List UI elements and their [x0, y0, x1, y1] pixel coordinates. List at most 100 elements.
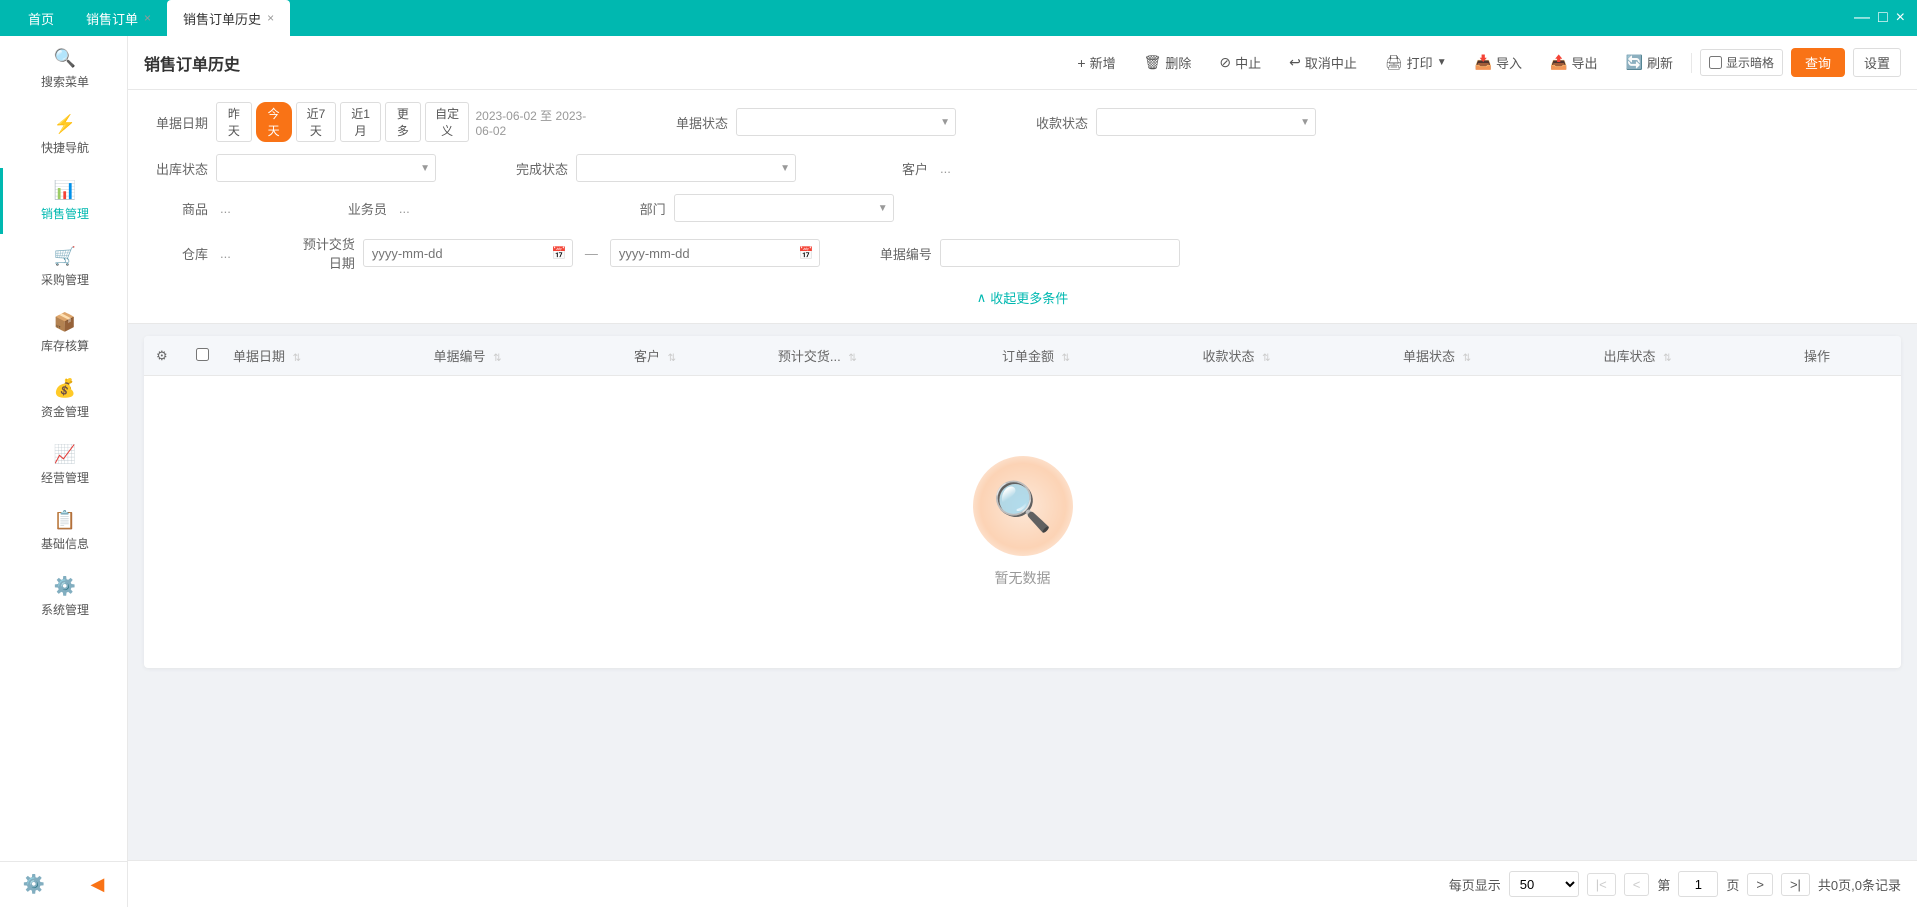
department-wrapper: ▼ [674, 194, 894, 222]
content-area: 销售订单历史 + 新增 🗑 删除 ⊘ 中止 ↩ [128, 36, 1917, 907]
empty-state: 🔍 暂无数据 [144, 376, 1901, 668]
sidebar-item-finance[interactable]: 💰 资金管理 [0, 366, 127, 432]
table-area: ⚙ 单据日期 ⇅ 单据编号 ⇅ 客户 [128, 324, 1917, 860]
th-pay-status[interactable]: 收款状态 ⇅ [1190, 336, 1391, 376]
sidebar-item-quick-nav[interactable]: ⚡ 快捷导航 [0, 102, 127, 168]
purchase-icon: 🛒 [54, 246, 76, 267]
print-button[interactable]: 🖨 打印 ▼ [1375, 49, 1457, 76]
sidebar-toggle-icon[interactable]: ◀ [90, 874, 104, 895]
delivery-date-to-input[interactable] [610, 239, 820, 267]
query-button[interactable]: 查询 [1791, 48, 1845, 77]
th-amount[interactable]: 订单金额 ⇅ [990, 336, 1191, 376]
department-label: 部门 [602, 199, 666, 218]
today-btn[interactable]: 今天 [256, 102, 292, 142]
sales-icon: 📊 [54, 180, 76, 201]
tab-home[interactable]: 首页 [12, 0, 70, 36]
page-size-label: 每页显示 [1449, 875, 1501, 894]
th-date[interactable]: 单据日期 ⇅ [221, 336, 422, 376]
completion-status-select[interactable] [576, 154, 796, 182]
product-label: 商品 [144, 199, 208, 218]
page-size-select[interactable]: 50 20 100 [1509, 871, 1579, 897]
sidebar-item-basic-info[interactable]: 📋 基础信息 [0, 498, 127, 564]
cancel-stop-button[interactable]: ↩ 取消中止 [1279, 49, 1367, 76]
display-cols-button[interactable]: 显示暗格 [1700, 49, 1783, 76]
empty-visual-inner: 🔍 [973, 456, 1073, 556]
completion-status-wrapper: ▼ [576, 154, 796, 182]
sidebar-item-purchase[interactable]: 🛒 采购管理 [0, 234, 127, 300]
tab-sales-order[interactable]: 销售订单 × [70, 0, 167, 36]
prev-page-button[interactable]: < [1624, 873, 1650, 896]
th-delivery[interactable]: 预计交货... ⇅ [766, 336, 990, 376]
order-status-wrapper: ▼ [736, 108, 956, 136]
salesman-label: 业务员 [323, 199, 387, 218]
system-icon: ⚙️ [54, 576, 76, 597]
refresh-button[interactable]: 🔄 刷新 [1616, 49, 1683, 76]
page-title-row: 销售订单历史 + 新增 🗑 删除 ⊘ 中止 ↩ [144, 48, 1901, 77]
tab-sales-order-label: 销售订单 [86, 9, 138, 28]
sidebar-item-system[interactable]: ⚙️ 系统管理 [0, 564, 127, 630]
sidebar-item-inventory[interactable]: 📦 库存核算 [0, 300, 127, 366]
close-sales-order-history-tab[interactable]: × [267, 11, 274, 25]
sidebar-settings-icon[interactable]: ⚙️ [23, 874, 45, 895]
warehouse-label: 仓库 [144, 244, 208, 263]
export-button[interactable]: 📤 导出 [1540, 49, 1607, 76]
order-status-select[interactable] [736, 108, 956, 136]
empty-text: 暂无数据 [995, 568, 1051, 588]
sidebar-item-sales[interactable]: 📊 销售管理 [0, 168, 127, 234]
sidebar-item-operations[interactable]: 📈 经营管理 [0, 432, 127, 498]
outbound-status-select[interactable] [216, 154, 436, 182]
th-order-status[interactable]: 单据状态 ⇅ [1391, 336, 1592, 376]
close-sales-order-tab[interactable]: × [144, 11, 151, 25]
toolbar: + 新增 🗑 删除 ⊘ 中止 ↩ 取消中止 [1067, 48, 1901, 77]
import-button[interactable]: 📥 导入 [1465, 49, 1532, 76]
salesman-ellipsis-btn[interactable]: ... [395, 201, 414, 216]
delete-icon: 🗑 [1144, 54, 1162, 71]
product-ellipsis-btn[interactable]: ... [216, 201, 235, 216]
order-number-input[interactable] [940, 239, 1180, 267]
custom-btn[interactable]: 自定义 [425, 102, 470, 142]
display-cols-checkbox[interactable] [1709, 56, 1722, 69]
th-settings[interactable]: ⚙ [144, 336, 184, 376]
filter-row-1: 单据日期 昨天 今天 近7天 近1月 更多 自定义 2023-06-02 至 2… [144, 102, 1901, 142]
next-page-button[interactable]: > [1747, 873, 1773, 896]
last-page-button[interactable]: >| [1781, 873, 1810, 896]
select-all-checkbox[interactable] [196, 348, 209, 361]
th-number[interactable]: 单据编号 ⇅ [422, 336, 623, 376]
yesterday-btn[interactable]: 昨天 [216, 102, 252, 142]
sidebar-item-search-menu[interactable]: 🔍 搜索菜单 [0, 36, 127, 102]
window-minimize-icon[interactable]: — [1854, 9, 1870, 27]
more-btn[interactable]: 更多 [385, 102, 421, 142]
settings-button[interactable]: 设置 [1853, 48, 1901, 77]
sidebar-item-purchase-label: 采购管理 [41, 271, 89, 288]
window-close-icon[interactable]: × [1896, 9, 1905, 27]
department-select[interactable] [674, 194, 894, 222]
tab-sales-order-history[interactable]: 销售订单历史 × [167, 0, 290, 36]
delivery-date-from-input[interactable] [363, 239, 573, 267]
first-page-button[interactable]: |< [1587, 873, 1616, 896]
collapse-more-btn[interactable]: ∧ 收起更多条件 [144, 284, 1901, 311]
sort-number-icon: ⇅ [493, 353, 501, 364]
pay-status-select[interactable] [1096, 108, 1316, 136]
total-text: 共0页,0条记录 [1818, 875, 1901, 894]
new-button[interactable]: + 新增 [1067, 49, 1125, 76]
last7-btn[interactable]: 近7天 [296, 102, 337, 142]
th-outbound-status[interactable]: 出库状态 ⇅ [1591, 336, 1792, 376]
customer-ellipsis-btn[interactable]: ... [936, 161, 955, 176]
sidebar: 🔍 搜索菜单 ⚡ 快捷导航 📊 销售管理 🛒 采购管理 📦 库存核算 💰 资金管… [0, 36, 128, 907]
page-number-input[interactable] [1678, 871, 1718, 897]
delete-button[interactable]: 🗑 删除 [1134, 49, 1202, 76]
th-customer[interactable]: 客户 ⇅ [622, 336, 766, 376]
outbound-status-wrapper: ▼ [216, 154, 436, 182]
sidebar-bottom: ⚙️ ◀ [0, 861, 127, 907]
warehouse-ellipsis-btn[interactable]: ... [216, 246, 235, 261]
window-maximize-icon[interactable]: □ [1878, 9, 1888, 27]
completion-status-label: 完成状态 [504, 159, 568, 178]
table-header: ⚙ 单据日期 ⇅ 单据编号 ⇅ 客户 [144, 336, 1901, 376]
last1month-btn[interactable]: 近1月 [340, 102, 381, 142]
top-bar-right: — □ × [1854, 9, 1905, 27]
search-menu-icon: 🔍 [54, 48, 76, 69]
filter-area: 单据日期 昨天 今天 近7天 近1月 更多 自定义 2023-06-02 至 2… [128, 90, 1917, 324]
collapse-more-label: 收起更多条件 [990, 288, 1068, 307]
quick-nav-icon: ⚡ [54, 114, 76, 135]
stop-button[interactable]: ⊘ 中止 [1209, 49, 1271, 76]
